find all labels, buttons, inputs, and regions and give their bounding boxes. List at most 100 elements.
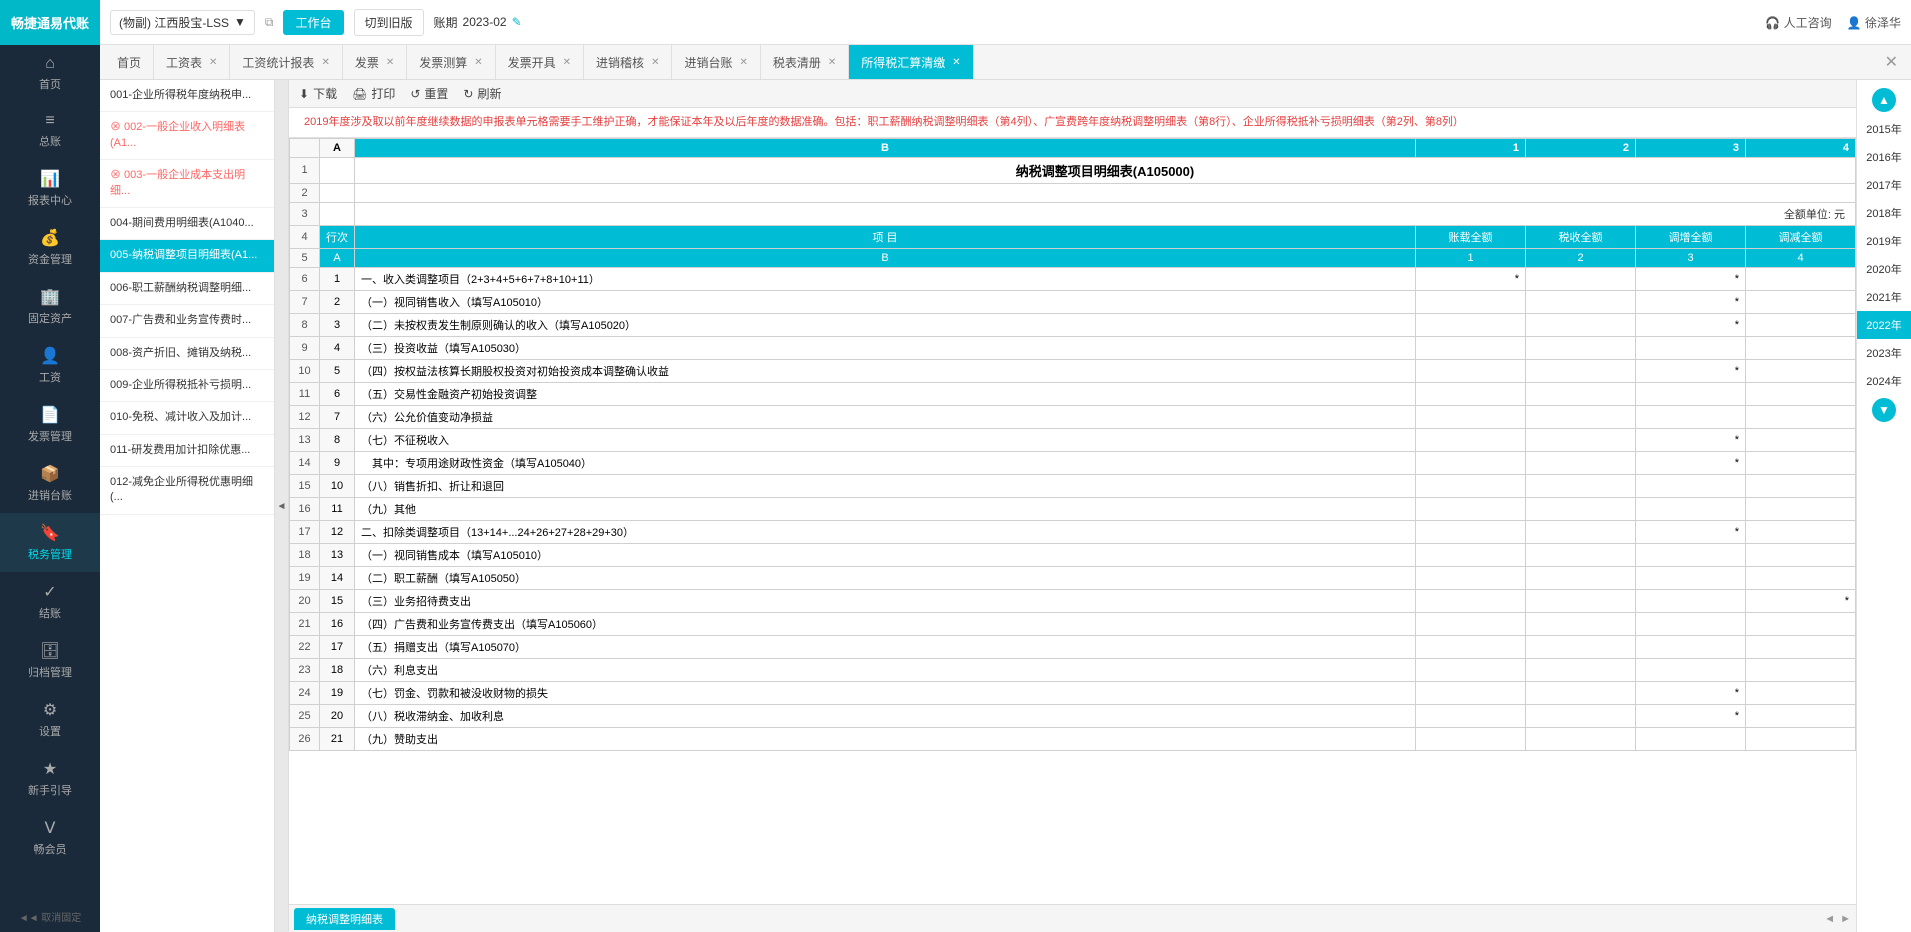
row-v3-cell[interactable] bbox=[1636, 382, 1746, 405]
row-v1-cell[interactable] bbox=[1416, 451, 1526, 474]
row-v1-cell[interactable]: * bbox=[1416, 267, 1526, 290]
year-2020[interactable]: 2020年 bbox=[1857, 255, 1911, 283]
row-v4-cell[interactable] bbox=[1746, 428, 1856, 451]
row-v2-cell[interactable] bbox=[1526, 336, 1636, 359]
row-v1-cell[interactable] bbox=[1416, 658, 1526, 681]
tab-payroll[interactable]: 工资表 ✕ bbox=[154, 45, 230, 80]
form-item-002[interactable]: ⊗ 002-一般企业收入明细表(A1... bbox=[100, 112, 274, 160]
row-v1-cell[interactable] bbox=[1416, 474, 1526, 497]
row-v1-cell[interactable] bbox=[1416, 497, 1526, 520]
row-v3-cell[interactable]: * bbox=[1636, 290, 1746, 313]
row-v2-cell[interactable] bbox=[1526, 543, 1636, 566]
tab-close-icon[interactable]: ✕ bbox=[474, 57, 482, 68]
year-2023[interactable]: 2023年 bbox=[1857, 339, 1911, 367]
tab-tax-list[interactable]: 税表清册 ✕ bbox=[761, 45, 849, 80]
row-v4-cell[interactable] bbox=[1746, 474, 1856, 497]
row-v2-cell[interactable] bbox=[1526, 497, 1636, 520]
row-label-cell[interactable]: 其中：专项用途财政性资金（填写A105040） bbox=[355, 451, 1416, 474]
row-v2-cell[interactable] bbox=[1526, 727, 1636, 750]
form-item-001[interactable]: 001-企业所得税年度纳税申... bbox=[100, 80, 274, 112]
row-v2-cell[interactable] bbox=[1526, 566, 1636, 589]
row-label-cell[interactable]: （六）公允价值变动净损益 bbox=[355, 405, 1416, 428]
row-v1-cell[interactable] bbox=[1416, 313, 1526, 336]
row-v4-cell[interactable] bbox=[1746, 405, 1856, 428]
row-v3-cell[interactable]: * bbox=[1636, 520, 1746, 543]
year-2022[interactable]: 2022年 bbox=[1857, 311, 1911, 339]
row-v1-cell[interactable] bbox=[1416, 566, 1526, 589]
row-v2-cell[interactable] bbox=[1526, 704, 1636, 727]
service-button[interactable]: 🎧 人工咨询 bbox=[1765, 14, 1831, 31]
tab-invoice-open[interactable]: 发票开具 ✕ bbox=[496, 45, 584, 80]
sidebar-item-tax[interactable]: 🔖 税务管理 bbox=[0, 513, 100, 572]
year-2021[interactable]: 2021年 bbox=[1857, 283, 1911, 311]
row-v3-cell[interactable]: * bbox=[1636, 681, 1746, 704]
row-v3-cell[interactable] bbox=[1636, 474, 1746, 497]
row-v3-cell[interactable]: * bbox=[1636, 313, 1746, 336]
row-v3-cell[interactable] bbox=[1636, 543, 1746, 566]
row-v3-cell[interactable]: * bbox=[1636, 428, 1746, 451]
company-selector[interactable]: (物副) 江西股宝-LSS ▼ bbox=[110, 10, 255, 35]
row-v4-cell[interactable] bbox=[1746, 704, 1856, 727]
row-label-cell[interactable]: （七）罚金、罚款和被没收财物的损失 bbox=[355, 681, 1416, 704]
row-v2-cell[interactable] bbox=[1526, 382, 1636, 405]
row-v2-cell[interactable] bbox=[1526, 658, 1636, 681]
row-v4-cell[interactable] bbox=[1746, 382, 1856, 405]
sidebar-item-assets[interactable]: 💰 资金管理 bbox=[0, 218, 100, 277]
sidebar-pin-toggle[interactable]: ◄◄ 取消固定 bbox=[0, 901, 100, 932]
row-label-cell[interactable]: （一）视同销售成本（填写A105010） bbox=[355, 543, 1416, 566]
row-v3-cell[interactable]: * bbox=[1636, 451, 1746, 474]
row-label-cell[interactable]: （六）利息支出 bbox=[355, 658, 1416, 681]
year-2018[interactable]: 2018年 bbox=[1857, 199, 1911, 227]
row-v4-cell[interactable] bbox=[1746, 497, 1856, 520]
row-v3-cell[interactable] bbox=[1636, 405, 1746, 428]
tab-bar-close[interactable]: ✕ bbox=[1877, 52, 1906, 72]
row-v1-cell[interactable] bbox=[1416, 290, 1526, 313]
year-2015[interactable]: 2015年 bbox=[1857, 115, 1911, 143]
row-label-cell[interactable]: （三）投资收益（填写A105030） bbox=[355, 336, 1416, 359]
row-v2-cell[interactable] bbox=[1526, 428, 1636, 451]
tab-home[interactable]: 首页 bbox=[105, 45, 154, 80]
scroll-left-icon[interactable]: ◄ bbox=[1824, 913, 1835, 925]
row-v4-cell[interactable] bbox=[1746, 313, 1856, 336]
row-v3-cell[interactable] bbox=[1636, 612, 1746, 635]
row-label-cell[interactable]: （四）广告费和业务宣传费支出（填写A105060） bbox=[355, 612, 1416, 635]
sidebar-item-home[interactable]: ⌂ 首页 bbox=[0, 45, 100, 102]
year-nav-up[interactable]: ▲ bbox=[1872, 88, 1896, 112]
row-v2-cell[interactable] bbox=[1526, 405, 1636, 428]
tab-invoice[interactable]: 发票 ✕ bbox=[343, 45, 407, 80]
row-v1-cell[interactable] bbox=[1416, 704, 1526, 727]
row-v3-cell[interactable] bbox=[1636, 727, 1746, 750]
row-v4-cell[interactable] bbox=[1746, 451, 1856, 474]
row-v3-cell[interactable] bbox=[1636, 635, 1746, 658]
row-v4-cell[interactable] bbox=[1746, 267, 1856, 290]
sidebar-item-invoice[interactable]: 📄 发票管理 bbox=[0, 395, 100, 454]
row-v4-cell[interactable] bbox=[1746, 520, 1856, 543]
sidebar-item-vip[interactable]: Ⅴ 畅会员 bbox=[0, 808, 100, 867]
row-v1-cell[interactable] bbox=[1416, 520, 1526, 543]
row-label-cell[interactable]: （四）按权益法核算长期股权投资对初始投资成本调整确认收益 bbox=[355, 359, 1416, 382]
row-label-cell[interactable]: （九）赞助支出 bbox=[355, 727, 1416, 750]
tab-payroll-stats[interactable]: 工资统计报表 ✕ bbox=[230, 45, 342, 80]
row-v2-cell[interactable] bbox=[1526, 313, 1636, 336]
tab-sales-check[interactable]: 进销稽核 ✕ bbox=[584, 45, 672, 80]
user-avatar[interactable]: 👤 徐泽华 bbox=[1847, 14, 1901, 31]
copy-icon[interactable]: ⧉ bbox=[265, 15, 274, 30]
row-v1-cell[interactable] bbox=[1416, 543, 1526, 566]
form-item-003[interactable]: ⊗ 003-一般企业成本支出明细... bbox=[100, 160, 274, 208]
form-item-007[interactable]: 007-广告费和业务宣传费时... bbox=[100, 305, 274, 337]
row-v3-cell[interactable]: * bbox=[1636, 267, 1746, 290]
table-container[interactable]: A B 1 2 3 4 1 纳税调整项目明细表(A1 bbox=[289, 138, 1856, 905]
row-v4-cell[interactable] bbox=[1746, 681, 1856, 704]
row-label-cell[interactable]: （二）职工薪酬（填写A105050） bbox=[355, 566, 1416, 589]
year-nav-down[interactable]: ▼ bbox=[1872, 398, 1896, 422]
row-label-cell[interactable]: （八）销售折扣、折让和退回 bbox=[355, 474, 1416, 497]
reset-button[interactable]: ↺ 重置 bbox=[410, 85, 448, 102]
row-label-cell[interactable]: （三）业务招待费支出 bbox=[355, 589, 1416, 612]
row-label-cell[interactable]: （五）捐赠支出（填写A105070） bbox=[355, 635, 1416, 658]
row-v1-cell[interactable] bbox=[1416, 727, 1526, 750]
row-v4-cell[interactable]: * bbox=[1746, 589, 1856, 612]
sidebar-item-fixed[interactable]: 🏢 固定资产 bbox=[0, 277, 100, 336]
row-v2-cell[interactable] bbox=[1526, 612, 1636, 635]
form-item-011[interactable]: 011-研发费用加计扣除优惠... bbox=[100, 435, 274, 467]
row-v2-cell[interactable] bbox=[1526, 635, 1636, 658]
